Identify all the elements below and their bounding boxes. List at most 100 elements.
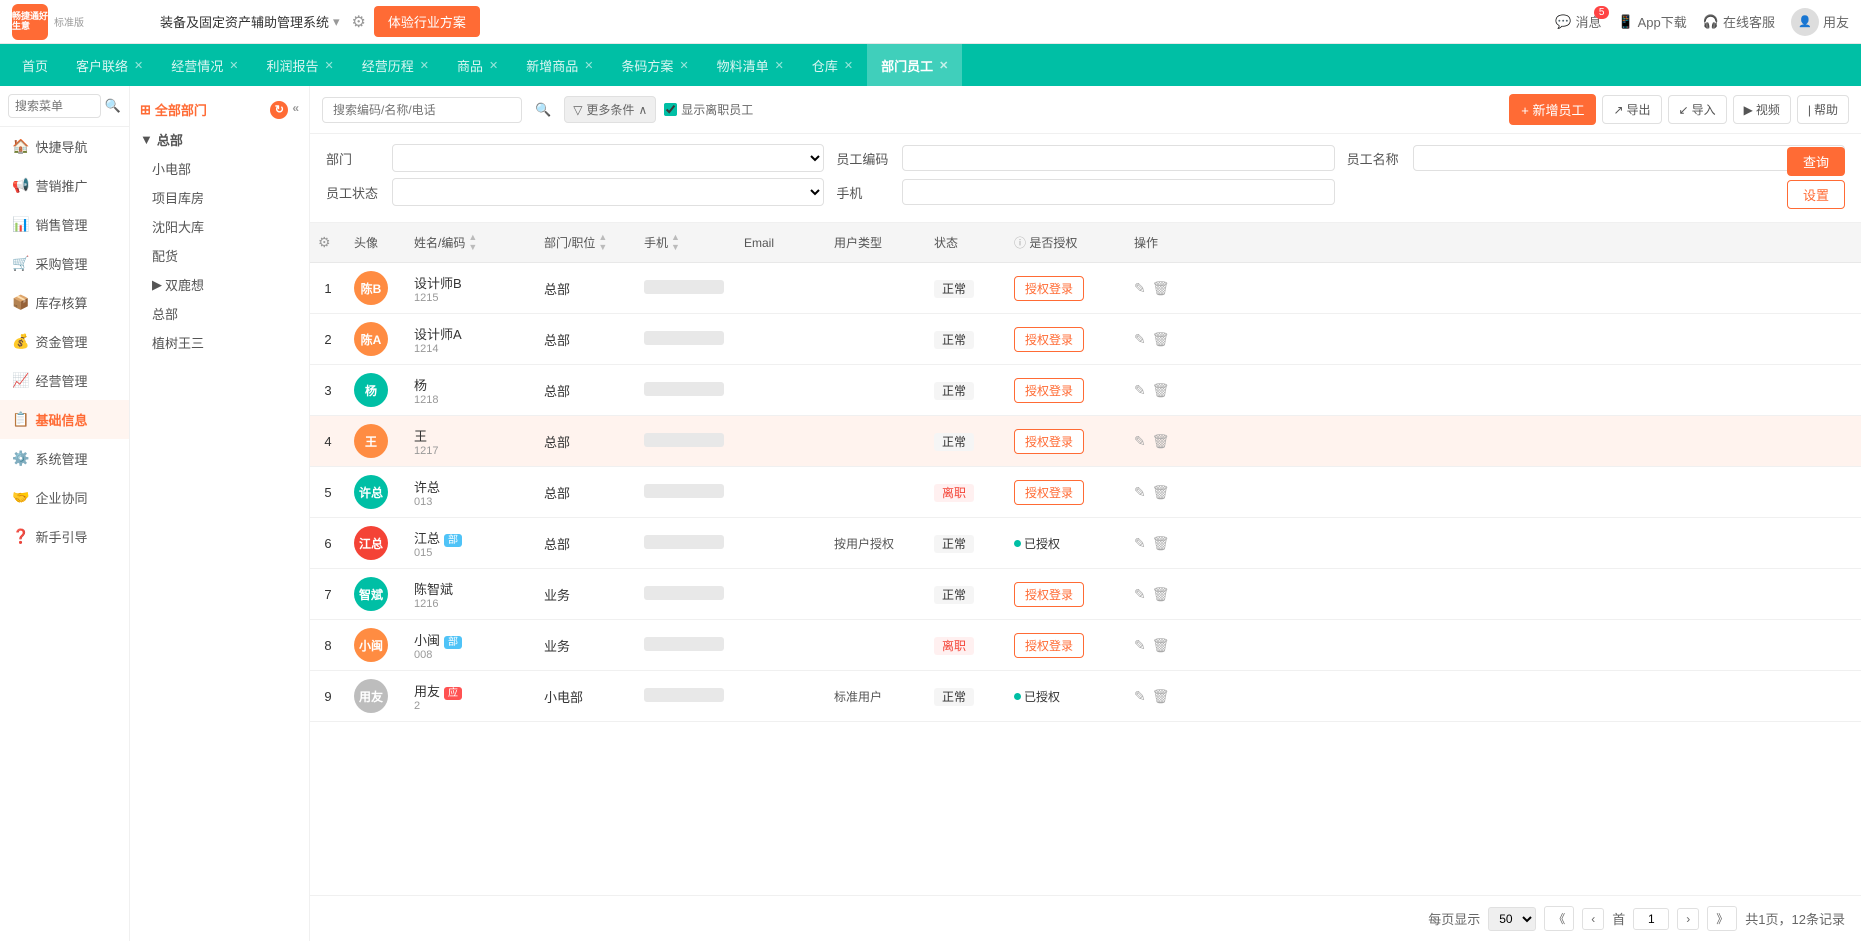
tree-node-project-warehouse[interactable]: 项目库房 <box>130 183 309 212</box>
th-dept-position[interactable]: 部门/职位▲▼ <box>536 223 636 263</box>
dept-filter-select[interactable] <box>392 144 824 172</box>
sidebar-item-sales[interactable]: 📊 销售管理 <box>0 205 129 244</box>
close-goods-tab[interactable]: ✕ <box>489 59 498 72</box>
table-gear-icon[interactable]: ⚙ <box>318 234 331 250</box>
th-settings[interactable]: ⚙ <box>310 223 346 263</box>
help-button[interactable]: | 帮助 <box>1797 95 1849 124</box>
tree-node-shuanglu[interactable]: ▶ 双鹿想 <box>130 270 309 299</box>
tree-node-plant-king[interactable]: 植树王三 <box>130 328 309 357</box>
auth-login-button[interactable]: 授权登录 <box>1014 276 1084 301</box>
sidebar-search-box[interactable]: 🔍 <box>0 86 129 127</box>
auth-login-button[interactable]: 授权登录 <box>1014 327 1084 352</box>
sidebar-search-input[interactable] <box>8 94 101 118</box>
close-bom-tab[interactable]: ✕ <box>775 59 784 72</box>
page-number-input[interactable] <box>1633 908 1669 930</box>
tree-collapse-toggle[interactable]: « <box>292 101 299 119</box>
close-new-goods-tab[interactable]: ✕ <box>584 59 593 72</box>
delete-icon[interactable]: 🗑 <box>1152 586 1170 603</box>
first-page-button[interactable]: 《 <box>1544 906 1574 931</box>
show-resigned-input[interactable] <box>664 103 677 116</box>
close-history-tab[interactable]: ✕ <box>420 59 429 72</box>
sidebar-item-guide[interactable]: ❓ 新手引导 <box>0 517 129 556</box>
tab-customer[interactable]: 客户联络 ✕ <box>62 44 157 86</box>
tab-warehouse[interactable]: 仓库 ✕ <box>798 44 867 86</box>
sidebar-item-inventory[interactable]: 📦 库存核算 <box>0 283 129 322</box>
sidebar-item-basic-info[interactable]: 📋 基础信息 <box>0 400 129 439</box>
sidebar-item-purchase[interactable]: 🛒 采购管理 <box>0 244 129 283</box>
sidebar-item-quick-nav[interactable]: 🏠 快捷导航 <box>0 127 129 166</box>
settings-filter-button[interactable]: 设置 <box>1787 180 1845 209</box>
tree-node-hq-child[interactable]: 总部 <box>130 299 309 328</box>
user-menu[interactable]: 👤 用友 <box>1791 8 1849 36</box>
add-employee-button[interactable]: + 新增员工 <box>1509 94 1596 125</box>
edit-icon[interactable]: ✎ <box>1134 688 1146 705</box>
tab-goods[interactable]: 商品 ✕ <box>443 44 512 86</box>
delete-icon[interactable]: 🗑 <box>1152 637 1170 654</box>
message-button[interactable]: 💬 消息 5 <box>1555 12 1601 31</box>
close-dept-tab[interactable]: ✕ <box>939 59 948 72</box>
employee-search-icon[interactable]: 🔍 <box>530 97 556 123</box>
online-service-button[interactable]: 🎧 在线客服 <box>1703 12 1775 31</box>
auth-login-button[interactable]: 授权登录 <box>1014 633 1084 658</box>
th-name-code[interactable]: 姓名/编码▲▼ <box>406 223 536 263</box>
tab-home[interactable]: 首页 <box>8 44 62 86</box>
show-resigned-checkbox[interactable]: 显示离职员工 <box>664 101 753 118</box>
edit-icon[interactable]: ✎ <box>1134 637 1146 654</box>
more-filter-button[interactable]: ▽ 更多条件 ∧ <box>564 96 656 123</box>
tab-bom[interactable]: 物料清单 ✕ <box>703 44 798 86</box>
close-profit-tab[interactable]: ✕ <box>325 59 334 72</box>
edit-icon[interactable]: ✎ <box>1134 586 1146 603</box>
view-button[interactable]: ▶ 视频 <box>1733 95 1791 124</box>
phone-input[interactable] <box>902 179 1334 205</box>
tree-node-hq-parent[interactable]: ▼ 总部 <box>130 125 309 154</box>
per-page-select[interactable]: 50 <box>1488 907 1536 931</box>
th-phone[interactable]: 手机▲▼ <box>636 223 736 263</box>
close-warehouse-tab[interactable]: ✕ <box>844 59 853 72</box>
app-download-button[interactable]: 📱 App下载 <box>1617 12 1686 31</box>
close-barcode-tab[interactable]: ✕ <box>679 59 688 72</box>
tree-node-distribution[interactable]: 配货 <box>130 241 309 270</box>
delete-icon[interactable]: 🗑 <box>1152 382 1170 399</box>
trial-button[interactable]: 体验行业方案 <box>374 6 480 37</box>
sidebar-item-finance[interactable]: 💰 资金管理 <box>0 322 129 361</box>
tab-history[interactable]: 经营历程 ✕ <box>348 44 443 86</box>
sidebar-item-marketing[interactable]: 📢 营销推广 <box>0 166 129 205</box>
last-page-button[interactable]: 》 <box>1707 906 1737 931</box>
delete-icon[interactable]: 🗑 <box>1152 688 1170 705</box>
next-page-button[interactable]: › <box>1677 908 1699 930</box>
close-customer-tab[interactable]: ✕ <box>134 59 143 72</box>
close-business-tab[interactable]: ✕ <box>229 59 238 72</box>
delete-icon[interactable]: 🗑 <box>1152 331 1170 348</box>
employee-search-input[interactable] <box>322 97 522 123</box>
delete-icon[interactable]: 🗑 <box>1152 535 1170 552</box>
tab-dept-employee[interactable]: 部门员工 ✕ <box>867 44 962 86</box>
delete-icon[interactable]: 🗑 <box>1152 280 1170 297</box>
tab-business[interactable]: 经营情况 ✕ <box>157 44 252 86</box>
edit-icon[interactable]: ✎ <box>1134 331 1146 348</box>
auth-login-button[interactable]: 授权登录 <box>1014 480 1084 505</box>
delete-icon[interactable]: 🗑 <box>1152 433 1170 450</box>
edit-icon[interactable]: ✎ <box>1134 382 1146 399</box>
search-button[interactable]: 查询 <box>1787 147 1845 176</box>
sidebar-item-system[interactable]: ⚙️ 系统管理 <box>0 439 129 478</box>
tab-profit[interactable]: 利润报告 ✕ <box>252 44 347 86</box>
import-button[interactable]: ↙ 导入 <box>1668 95 1727 124</box>
edit-icon[interactable]: ✎ <box>1134 484 1146 501</box>
auth-login-button[interactable]: 授权登录 <box>1014 582 1084 607</box>
edit-icon[interactable]: ✎ <box>1134 433 1146 450</box>
sidebar-item-collab[interactable]: 🤝 企业协同 <box>0 478 129 517</box>
tree-node-small-elec[interactable]: 小电部 <box>130 154 309 183</box>
auth-login-button[interactable]: 授权登录 <box>1014 378 1084 403</box>
settings-icon[interactable]: ⚙ <box>352 12 366 32</box>
edit-icon[interactable]: ✎ <box>1134 280 1146 297</box>
auth-login-button[interactable]: 授权登录 <box>1014 429 1084 454</box>
emp-code-input[interactable] <box>902 145 1334 171</box>
tab-new-goods[interactable]: 新增商品 ✕ <box>512 44 607 86</box>
sidebar-item-operations[interactable]: 📈 经营管理 <box>0 361 129 400</box>
emp-status-select[interactable] <box>392 178 824 206</box>
export-button[interactable]: ↗ 导出 <box>1602 95 1661 124</box>
prev-page-button[interactable]: ‹ <box>1582 908 1604 930</box>
tree-refresh-btn[interactable]: ↻ <box>270 101 288 119</box>
tree-node-shenyang[interactable]: 沈阳大库 <box>130 212 309 241</box>
delete-icon[interactable]: 🗑 <box>1152 484 1170 501</box>
